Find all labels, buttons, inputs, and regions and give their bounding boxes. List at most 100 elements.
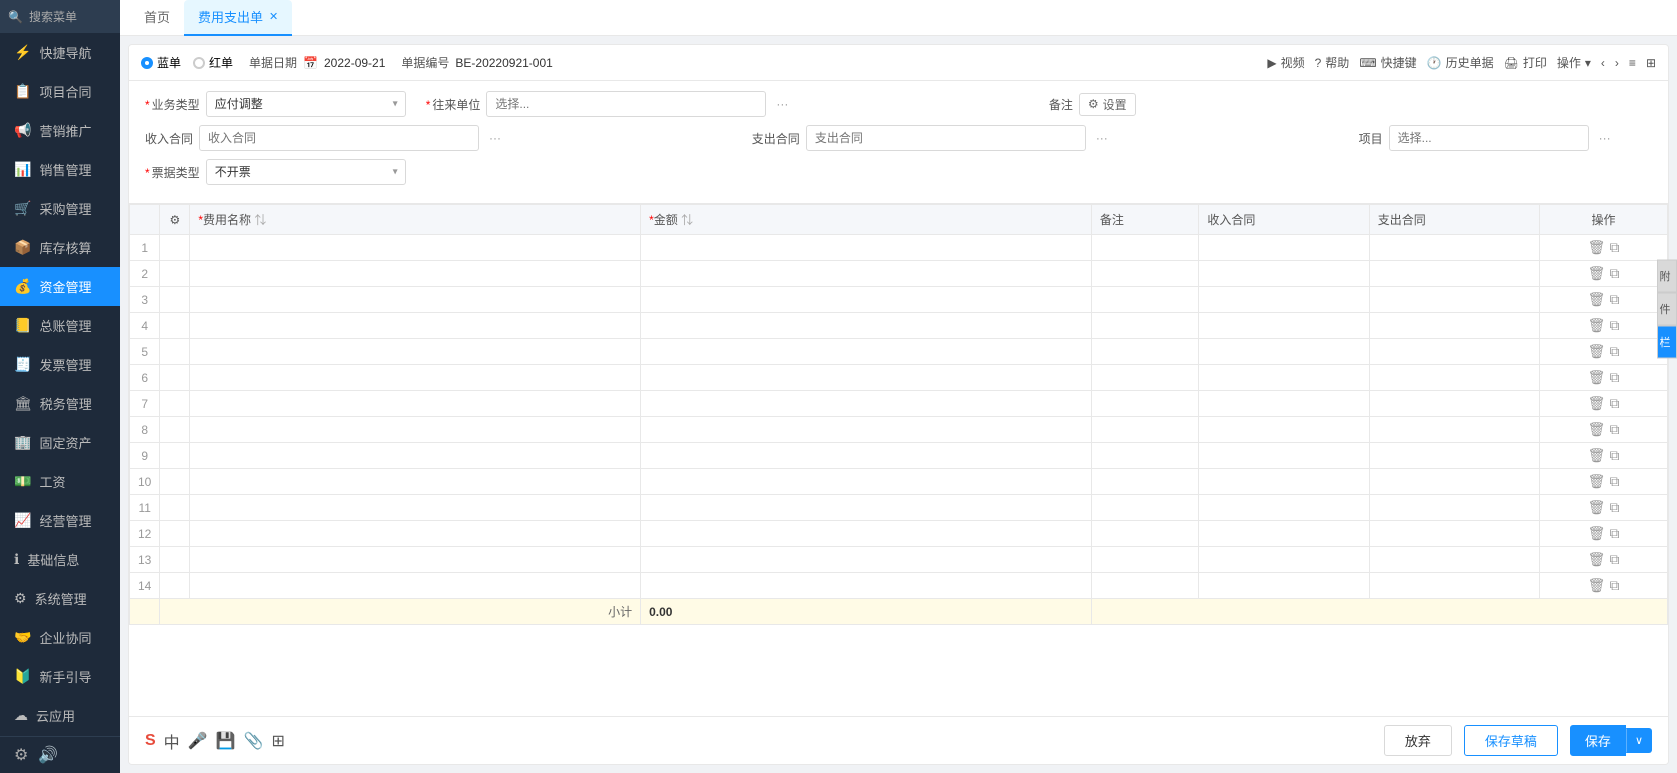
tab-home[interactable]: 首页 xyxy=(130,0,184,36)
volume-icon[interactable]: 🔊 xyxy=(38,745,58,765)
sidebar-item-tax[interactable]: 🏛税务管理 xyxy=(0,384,120,423)
row-copy-btn-6[interactable]: ⧉ xyxy=(1609,369,1619,386)
row-delete-btn-8[interactable]: 🗑 xyxy=(1588,421,1606,438)
row-amount-input-5[interactable] xyxy=(649,345,1083,359)
row-remark-2[interactable] xyxy=(1091,261,1198,287)
view-grid-btn[interactable]: ⊞ xyxy=(1646,56,1656,70)
row-amount-input-14[interactable] xyxy=(649,579,1083,593)
th-settings[interactable]: ⚙ xyxy=(160,205,190,235)
row-income-7[interactable] xyxy=(1199,391,1369,417)
row-expense-12[interactable] xyxy=(1369,521,1539,547)
row-name-3[interactable] xyxy=(190,287,641,313)
project-input[interactable] xyxy=(1389,125,1589,151)
row-delete-btn-7[interactable]: 🗑 xyxy=(1588,395,1606,412)
row-delete-btn-14[interactable]: 🗑 xyxy=(1588,577,1606,594)
tab-expense[interactable]: 费用支出单✕ xyxy=(184,0,292,36)
doc-date-value[interactable]: 2022-09-21 xyxy=(324,56,385,70)
row-expense-14[interactable] xyxy=(1369,573,1539,599)
sidebar-item-purchase[interactable]: 🛒采购管理 xyxy=(0,189,120,228)
row-name-input-5[interactable] xyxy=(198,345,632,359)
row-name-11[interactable] xyxy=(190,495,641,521)
row-income-8[interactable] xyxy=(1199,417,1369,443)
row-name-5[interactable] xyxy=(190,339,641,365)
row-delete-btn-5[interactable]: 🗑 xyxy=(1588,343,1606,360)
row-expense-6[interactable] xyxy=(1369,365,1539,391)
row-delete-btn-3[interactable]: 🗑 xyxy=(1588,291,1606,308)
help-btn[interactable]: ? 帮助 xyxy=(1315,54,1350,71)
discard-button[interactable]: 放弃 xyxy=(1384,725,1452,756)
sidebar-item-sys-manage[interactable]: ⚙系统管理 xyxy=(0,579,120,618)
row-remark-3[interactable] xyxy=(1091,287,1198,313)
row-amount-10[interactable] xyxy=(641,469,1092,495)
sidebar-item-basic-info[interactable]: ℹ基础信息 xyxy=(0,540,120,579)
sidebar-item-enterprise[interactable]: 🤝企业协同 xyxy=(0,618,120,657)
row-income-5[interactable] xyxy=(1199,339,1369,365)
row-amount-13[interactable] xyxy=(641,547,1092,573)
partner-input[interactable] xyxy=(486,91,766,117)
row-copy-btn-3[interactable]: ⧉ xyxy=(1609,291,1619,308)
sidebar-item-project-contract[interactable]: 📋项目合同 xyxy=(0,72,120,111)
row-name-4[interactable] xyxy=(190,313,641,339)
s-icon[interactable]: S xyxy=(145,732,156,750)
row-expense-10[interactable] xyxy=(1369,469,1539,495)
tab-close-expense[interactable]: ✕ xyxy=(269,10,278,23)
calendar-icon[interactable]: 📅 xyxy=(303,56,318,70)
row-expense-5[interactable] xyxy=(1369,339,1539,365)
row-copy-btn-7[interactable]: ⧉ xyxy=(1609,395,1619,412)
row-name-7[interactable] xyxy=(190,391,641,417)
row-copy-btn-14[interactable]: ⧉ xyxy=(1609,577,1619,594)
nav-right-btn[interactable]: › xyxy=(1615,56,1619,70)
sidebar-item-invoice[interactable]: 🧾发票管理 xyxy=(0,345,120,384)
row-name-12[interactable] xyxy=(190,521,641,547)
sidebar-item-inventory[interactable]: 📦库存核算 xyxy=(0,228,120,267)
row-copy-btn-1[interactable]: ⧉ xyxy=(1609,239,1619,256)
row-name-6[interactable] xyxy=(190,365,641,391)
row-amount-input-2[interactable] xyxy=(649,267,1083,281)
row-income-1[interactable] xyxy=(1199,235,1369,261)
row-amount-2[interactable] xyxy=(641,261,1092,287)
row-amount-input-11[interactable] xyxy=(649,501,1083,515)
row-name-input-6[interactable] xyxy=(198,371,632,385)
income-contract-ellipsis[interactable]: ··· xyxy=(489,131,501,145)
row-copy-btn-4[interactable]: ⧉ xyxy=(1609,317,1619,334)
row-remark-9[interactable] xyxy=(1091,443,1198,469)
row-expense-3[interactable] xyxy=(1369,287,1539,313)
save-draft-button[interactable]: 保存草稿 xyxy=(1464,725,1558,756)
row-delete-btn-9[interactable]: 🗑 xyxy=(1588,447,1606,464)
row-amount-input-13[interactable] xyxy=(649,553,1083,567)
row-income-14[interactable] xyxy=(1199,573,1369,599)
row-name-input-10[interactable] xyxy=(198,475,632,489)
settings-bottom-icon[interactable]: ⚙ xyxy=(14,745,28,765)
row-income-9[interactable] xyxy=(1199,443,1369,469)
row-remark-13[interactable] xyxy=(1091,547,1198,573)
row-copy-btn-12[interactable]: ⧉ xyxy=(1609,525,1619,542)
row-amount-input-10[interactable] xyxy=(649,475,1083,489)
row-delete-btn-12[interactable]: 🗑 xyxy=(1588,525,1606,542)
th-name-sort-icon[interactable]: ⇅ xyxy=(254,213,266,227)
row-income-6[interactable] xyxy=(1199,365,1369,391)
row-amount-3[interactable] xyxy=(641,287,1092,313)
row-name-input-13[interactable] xyxy=(198,553,632,567)
row-amount-input-9[interactable] xyxy=(649,449,1083,463)
row-amount-11[interactable] xyxy=(641,495,1092,521)
income-contract-input[interactable] xyxy=(199,125,479,151)
row-remark-6[interactable] xyxy=(1091,365,1198,391)
row-name-input-7[interactable] xyxy=(198,397,632,411)
row-name-1[interactable] xyxy=(190,235,641,261)
row-remark-10[interactable] xyxy=(1091,469,1198,495)
row-income-10[interactable] xyxy=(1199,469,1369,495)
th-amount-sort-icon[interactable]: ⇅ xyxy=(681,213,693,227)
row-income-11[interactable] xyxy=(1199,495,1369,521)
row-expense-2[interactable] xyxy=(1369,261,1539,287)
row-amount-9[interactable] xyxy=(641,443,1092,469)
expense-contract-ellipsis[interactable]: ··· xyxy=(1096,131,1108,145)
row-remark-7[interactable] xyxy=(1091,391,1198,417)
row-remark-1[interactable] xyxy=(1091,235,1198,261)
radio-red[interactable]: 红单 xyxy=(193,54,233,71)
row-remark-11[interactable] xyxy=(1091,495,1198,521)
save-arrow-button[interactable]: ∨ xyxy=(1626,728,1652,753)
row-remark-5[interactable] xyxy=(1091,339,1198,365)
row-remark-8[interactable] xyxy=(1091,417,1198,443)
row-amount-5[interactable] xyxy=(641,339,1092,365)
row-name-input-4[interactable] xyxy=(198,319,632,333)
